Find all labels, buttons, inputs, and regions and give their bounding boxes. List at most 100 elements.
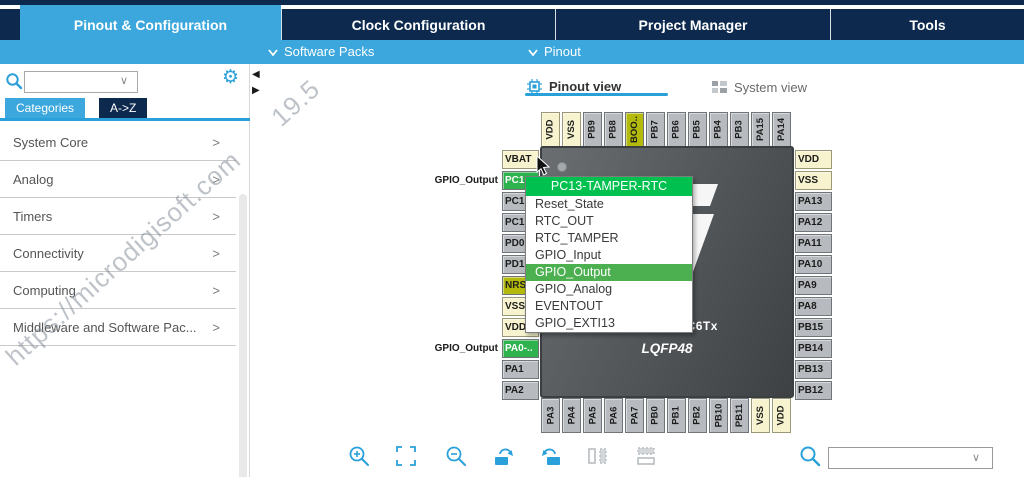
pin-pb1[interactable]: PB1 [667, 398, 686, 433]
pin-pb4[interactable]: PB4 [709, 112, 728, 147]
pin-pa14[interactable]: PA14 [772, 112, 791, 147]
menu-item-gpio-input[interactable]: GPIO_Input [526, 247, 692, 264]
pin-pa12[interactable]: PA12 [795, 213, 832, 232]
pin-pb13[interactable]: PB13 [795, 360, 832, 379]
pin-pa1[interactable]: PA1 [502, 360, 539, 379]
pin-vdd[interactable]: VDD [772, 398, 791, 433]
zoom-in-icon[interactable] [347, 444, 371, 468]
pin-pb5[interactable]: PB5 [688, 112, 707, 147]
zoom-out-icon[interactable] [444, 444, 468, 468]
subnav-pinout[interactable]: Pinout [528, 40, 581, 64]
pin-pa15[interactable]: PA15 [751, 112, 770, 147]
pin-pa7[interactable]: PA7 [625, 398, 644, 433]
pin-label: PB10 [713, 403, 725, 428]
pin-vdd[interactable]: VDD [541, 112, 560, 147]
menu-item-gpio-exti13[interactable]: GPIO_EXTI13 [526, 315, 692, 332]
pin-vss[interactable]: VSS [751, 398, 770, 433]
pin-pb2[interactable]: PB2 [688, 398, 707, 433]
sidebar-item-timers[interactable]: Timers > [0, 198, 236, 235]
expand-right-icon[interactable]: ▶ [252, 86, 260, 96]
flip-vertical-icon[interactable] [634, 444, 658, 468]
sidebar-scrollbar[interactable] [239, 194, 247, 477]
pin-label: PB6 [671, 120, 683, 139]
pin-pa6[interactable]: PA6 [604, 398, 623, 433]
chevron-right-icon: > [212, 245, 220, 261]
sidebar-item-label: Computing [13, 282, 76, 298]
pin-pa8[interactable]: PA8 [795, 297, 832, 316]
pin-pb15[interactable]: PB15 [795, 318, 832, 337]
pin-pb11[interactable]: PB11 [730, 398, 749, 433]
collapse-left-icon[interactable]: ◀ [252, 70, 260, 80]
menu-item-eventout[interactable]: EVENTOUT [526, 298, 692, 315]
pin-label: PB4 [713, 120, 725, 139]
menu-item-rtc-tamper[interactable]: RTC_TAMPER [526, 230, 692, 247]
pin-label: PB5 [692, 120, 704, 139]
pin-pb7[interactable]: PB7 [646, 112, 665, 147]
pin-label: PB0 [650, 406, 662, 425]
tab-tools[interactable]: Tools [830, 9, 1024, 40]
pin-pb3[interactable]: PB3 [730, 112, 749, 147]
subnav-software-packs[interactable]: Software Packs [268, 40, 374, 64]
pin-pb14[interactable]: PB14 [795, 339, 832, 358]
tab-system-view[interactable]: System view [712, 80, 807, 95]
pin-boo[interactable]: BOO.. [625, 112, 644, 147]
sidebar-item-middleware-and-software-pac[interactable]: Middleware and Software Pac... > [0, 309, 236, 346]
pin-vdd[interactable]: VDD [795, 150, 832, 169]
pin-label: PB1 [671, 406, 683, 425]
pin-pb12[interactable]: PB12 [795, 381, 832, 400]
sidebar-item-analog[interactable]: Analog > [0, 161, 236, 198]
pin-pa3[interactable]: PA3 [541, 398, 560, 433]
sidebar-item-computing[interactable]: Computing > [0, 272, 236, 309]
pin-pa11[interactable]: PA11 [795, 234, 832, 253]
tabbar-spacer [0, 9, 20, 40]
pin-pb8[interactable]: PB8 [604, 112, 623, 147]
mouse-cursor [536, 156, 551, 176]
sidebar-item-label: Middleware and Software Pac... [13, 319, 197, 335]
pin-pa4[interactable]: PA4 [562, 398, 581, 433]
pin-pa5[interactable]: PA5 [583, 398, 602, 433]
menu-item-gpio-analog[interactable]: GPIO_Analog [526, 281, 692, 298]
pin-label: PB11 [734, 403, 745, 428]
sidebar-item-connectivity[interactable]: Connectivity > [0, 235, 236, 272]
rotate-counterclockwise-icon[interactable] [539, 444, 563, 468]
pin-search-input[interactable] [828, 447, 993, 469]
pin-pb6[interactable]: PB6 [667, 112, 686, 147]
pin-vss[interactable]: VSS [562, 112, 581, 147]
tab-categories[interactable]: Categories [5, 98, 86, 118]
flip-horizontal-icon[interactable] [586, 444, 610, 468]
menu-item-reset-state[interactable]: Reset_State [526, 196, 692, 213]
menu-item-gpio-output[interactable]: GPIO_Output [526, 264, 692, 281]
chip-right-pins: VDD VSS PA13 PA12 PA11 PA10 PA9 PA8 PB15 PB14 PB13… [795, 150, 832, 400]
tab-clock-configuration[interactable]: Clock Configuration [281, 9, 555, 40]
pin-pa2[interactable]: PA2 [502, 381, 539, 400]
pin-pa9[interactable]: PA9 [795, 276, 832, 295]
chevron-right-icon: > [212, 319, 220, 335]
pin-vss[interactable]: VSS [795, 171, 832, 190]
pin-label: BOO.. [629, 116, 641, 143]
search-icon [800, 446, 821, 467]
sidebar-search-input[interactable] [24, 71, 138, 93]
subnav-bar: Software Packs Pinout [0, 40, 1024, 64]
pin-pb0[interactable]: PB0 [646, 398, 665, 433]
pin-pb10[interactable]: PB10 [709, 398, 728, 433]
pin-pa10[interactable]: PA10 [795, 255, 832, 274]
pin-label: PA14 [776, 117, 787, 142]
pin-label: PA4 [566, 406, 577, 425]
chevron-right-icon: > [212, 282, 220, 298]
pin-pb9[interactable]: PB9 [583, 112, 602, 147]
tab-project-manager[interactable]: Project Manager [555, 9, 830, 40]
tab-a-to-z[interactable]: A->Z [99, 98, 148, 118]
pin-vbat[interactable]: VBAT [502, 150, 539, 169]
pin-pa0[interactable]: PA0-.. [502, 339, 539, 358]
tab-pinout-view[interactable]: Pinout view [527, 79, 621, 94]
tab-pinout-configuration[interactable]: Pinout & Configuration [20, 9, 281, 40]
pin-pa13[interactable]: PA13 [795, 192, 832, 211]
rotate-clockwise-icon[interactable] [492, 444, 516, 468]
gear-icon[interactable]: ⚙ [222, 68, 239, 87]
chip-bottom-pins: PA3 PA4 PA5 PA6 PA7 PB0 PB1 PB2 PB10 PB11 VSS VDD [541, 398, 791, 433]
sidebar-item-system-core[interactable]: System Core > [0, 124, 236, 161]
pin-label: PB2 [692, 406, 704, 425]
pin-label: PB8 [608, 120, 620, 139]
fit-to-screen-icon[interactable] [394, 444, 418, 468]
menu-item-rtc-out[interactable]: RTC_OUT [526, 213, 692, 230]
